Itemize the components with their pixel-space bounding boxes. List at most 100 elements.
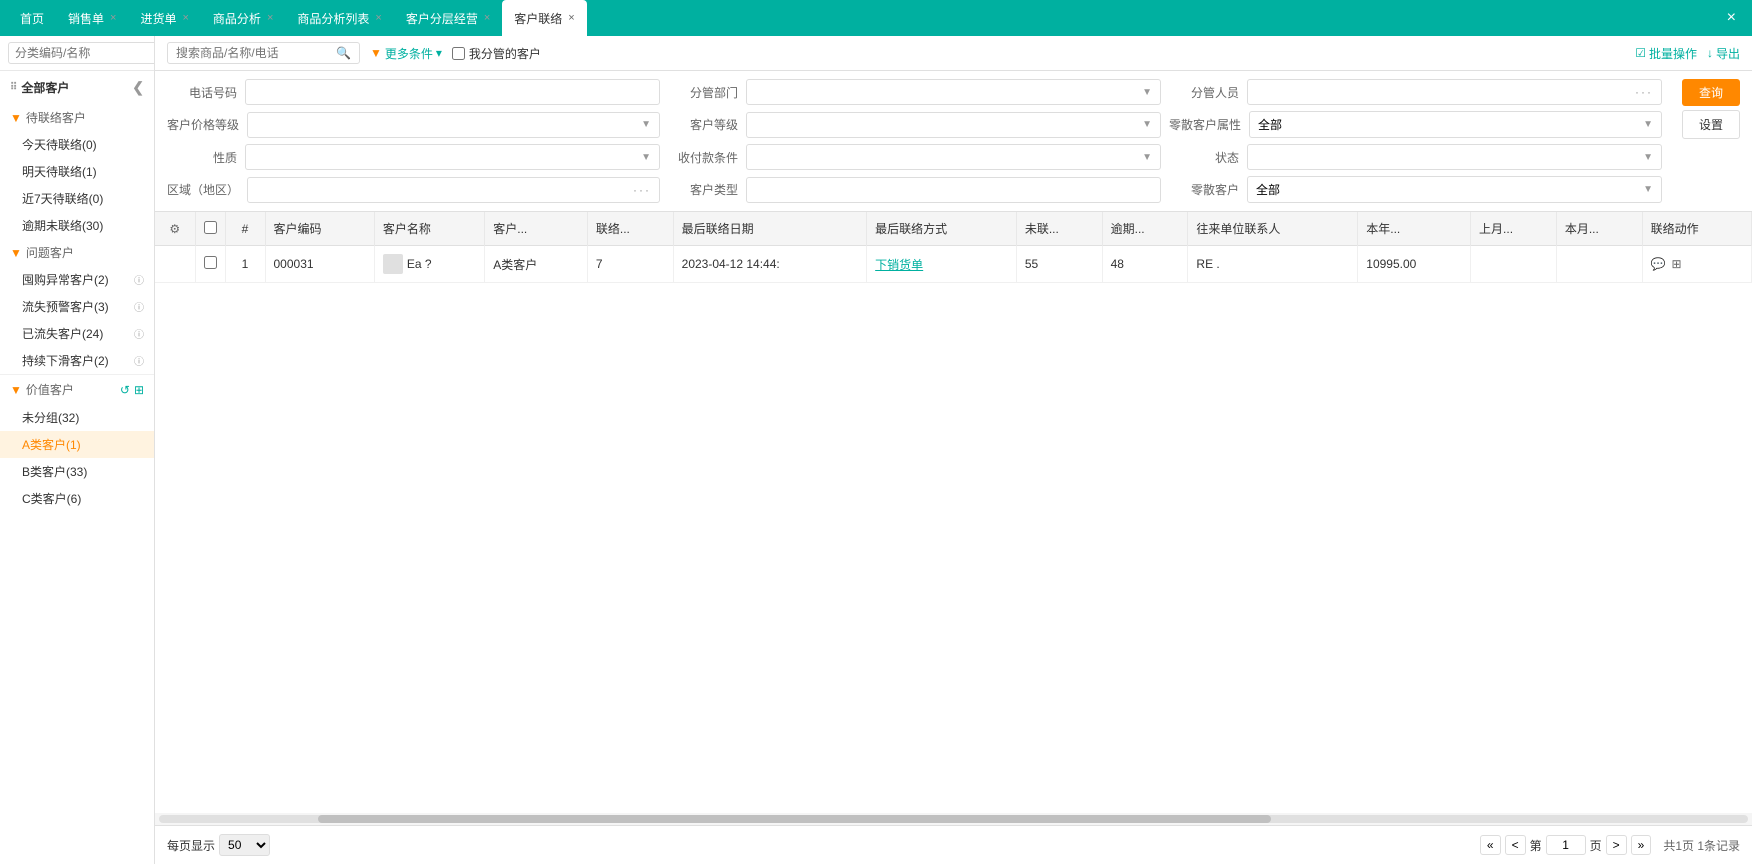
sidebar-search-input[interactable] [8,42,155,64]
more-filter-btn[interactable]: ▼ 更多条件 ▾ [370,45,442,62]
customer-avatar [383,254,403,274]
filter-row-3: 性质 ▼ 收付款条件 ▼ 状态 [167,144,1662,170]
value-refresh-icon[interactable]: ↺ [120,383,130,397]
nav-customer-contact[interactable]: 客户联络 × [502,0,586,36]
sidebar-item-churned[interactable]: 已流失客户(24) ⓘ [0,320,154,347]
row-checkbox[interactable] [204,256,217,269]
nav-home[interactable]: 首页 [8,0,56,36]
filter-phone-label: 电话号码 [167,84,237,101]
filter-payment-dropdown[interactable]: ▼ [746,144,1161,170]
sidebar-item-c-class[interactable]: C类客户(6) [0,485,154,512]
filter-payment-label: 收付款条件 [668,149,738,166]
th-last-month[interactable]: 上月... [1471,212,1557,246]
sidebar-group-pending[interactable]: ▼ 待联络客户 [0,104,154,131]
last-page-btn[interactable]: » [1631,835,1652,855]
retail-attr-arrow: ▼ [1643,119,1653,130]
select-all-checkbox[interactable] [204,221,217,234]
region-dots: ··· [633,183,651,197]
th-this-year[interactable]: 本年... [1358,212,1471,246]
td-checkbox [195,246,225,283]
pagination-container: « < 第 页 > » 共1页 1条记录 [1480,835,1740,855]
settings-button[interactable]: 设置 [1682,110,1740,139]
filter-search-icon[interactable]: 🔍 [336,46,351,60]
value-settings-icon[interactable]: ⊞ [134,383,144,397]
filter-status-dropdown[interactable]: ▼ [1247,144,1662,170]
scrollbar-area [155,813,1752,825]
filter-row-2: 客户价格等级 ▼ 客户等级 ▼ 零散客户属性 [167,111,1662,138]
filter-search-input[interactable] [176,46,336,60]
table-container: ⚙ # 客户编码 客户名称 客户... [155,212,1752,813]
sidebar-item-unclassified[interactable]: 未分组(32) [0,404,154,431]
page-size-select[interactable]: 50 100 200 [219,834,270,856]
sidebar-item-tomorrow[interactable]: 明天待联络(1) [0,158,154,185]
th-type[interactable]: 客户... [485,212,588,246]
sidebar-group-value[interactable]: ▼ 价值客户 ↺ ⊞ [0,374,154,404]
filter-phone-input[interactable] [245,79,660,105]
th-name[interactable]: 客户名称 [374,212,484,246]
my-customer-checkbox[interactable] [452,47,465,60]
sidebar-collapse-btn[interactable]: ❮ [132,79,144,96]
page-number-input[interactable] [1546,835,1586,855]
th-overdue[interactable]: 逾期... [1102,212,1188,246]
prev-page-btn[interactable]: < [1505,835,1526,855]
top-close-button[interactable]: × [1719,9,1744,27]
next-page-btn[interactable]: > [1606,835,1627,855]
filter-row-1: 电话号码 分管部门 ▼ 分管人员 ··· [167,79,1662,105]
nav-sales-close[interactable]: × [110,12,116,24]
nav-customer-contact-close[interactable]: × [568,12,574,24]
query-button[interactable]: 查询 [1682,79,1740,106]
main-layout: 🔍 ⠿ 全部客户 ❮ ▼ 待联络客户 今天待联络(0) 明天待联络(1) 近7天… [0,36,1752,864]
th-code[interactable]: 客户编码 [265,212,374,246]
th-contact[interactable]: 联络... [587,212,673,246]
nav-purchase[interactable]: 进货单 × [128,0,200,36]
nav-sales[interactable]: 销售单 × [56,0,128,36]
td-code: 000031 [265,246,374,283]
nav-purchase-close[interactable]: × [182,12,188,24]
table-row: 1 000031 Ea ? A类客户 [155,246,1752,283]
sidebar-item-7days[interactable]: 近7天待联络(0) [0,185,154,212]
th-settings[interactable]: ⚙ [155,212,195,246]
filter-nature-dropdown[interactable]: ▼ [245,144,660,170]
nav-product-analysis-list[interactable]: 商品分析列表 × [285,0,393,36]
nav-product-analysis-list-close[interactable]: × [375,12,381,24]
sidebar-item-a-class[interactable]: A类客户(1) [0,431,154,458]
filter-department-dropdown[interactable]: ▼ [746,79,1161,105]
batch-op-btn[interactable]: ☑ 批量操作 [1635,45,1697,62]
th-last-date[interactable]: 最后联络日期 [673,212,867,246]
filter-region-input[interactable]: ··· [247,177,660,203]
td-num: 1 [225,246,265,283]
sidebar-item-declining[interactable]: 持续下滑客户(2) ⓘ [0,347,154,374]
sidebar-item-b-class[interactable]: B类客户(33) [0,458,154,485]
nav-customer-segment[interactable]: 客户分层经营 × [394,0,502,36]
nav-customer-segment-close[interactable]: × [484,12,490,24]
sidebar-group-problem[interactable]: ▼ 问题客户 [0,239,154,266]
filter-manager-input[interactable]: ··· [1247,79,1662,105]
th-this-month[interactable]: 本月... [1556,212,1642,246]
filter-retail-customer-dropdown[interactable]: 全部▼ [1247,176,1662,203]
filter-customer-level-dropdown[interactable]: ▼ [746,112,1161,138]
first-page-btn[interactable]: « [1480,835,1501,855]
export-btn[interactable]: ↓ 导出 [1707,45,1740,62]
th-uncontacted[interactable]: 未联... [1016,212,1102,246]
filter-retail-attr-dropdown[interactable]: 全部▼ [1249,111,1662,138]
batch-op-icon: ☑ [1635,46,1646,60]
my-customer-filter[interactable]: 我分管的客户 [452,45,541,62]
filter-customer-type-input[interactable] [746,177,1161,203]
sidebar-item-hoarding[interactable]: 囤购异常客户(2) ⓘ [0,266,154,293]
filter-retail-customer-label: 零散客户 [1169,181,1239,198]
filter-phone: 电话号码 [167,79,660,105]
filter-price-level-dropdown[interactable]: ▼ [247,112,660,138]
sidebar-item-today[interactable]: 今天待联络(0) [0,131,154,158]
info-icon-churned: ⓘ [134,326,144,341]
td-last-month [1471,246,1557,283]
th-person[interactable]: 往来单位联系人 [1188,212,1358,246]
nav-product-analysis[interactable]: 商品分析 × [201,0,285,36]
nav-product-analysis-close[interactable]: × [267,12,273,24]
th-last-method[interactable]: 最后联络方式 [867,212,1017,246]
action-chat-icon[interactable]: 💬 [1651,257,1666,271]
filter-customer-type-label: 客户类型 [668,181,738,198]
sidebar-item-churn-warning[interactable]: 流失预警客户(3) ⓘ [0,293,154,320]
last-method-link[interactable]: 下销货单 [875,258,923,272]
action-link-icon[interactable]: ⊞ [1672,257,1682,271]
sidebar-item-overdue[interactable]: 逾期未联络(30) [0,212,154,239]
